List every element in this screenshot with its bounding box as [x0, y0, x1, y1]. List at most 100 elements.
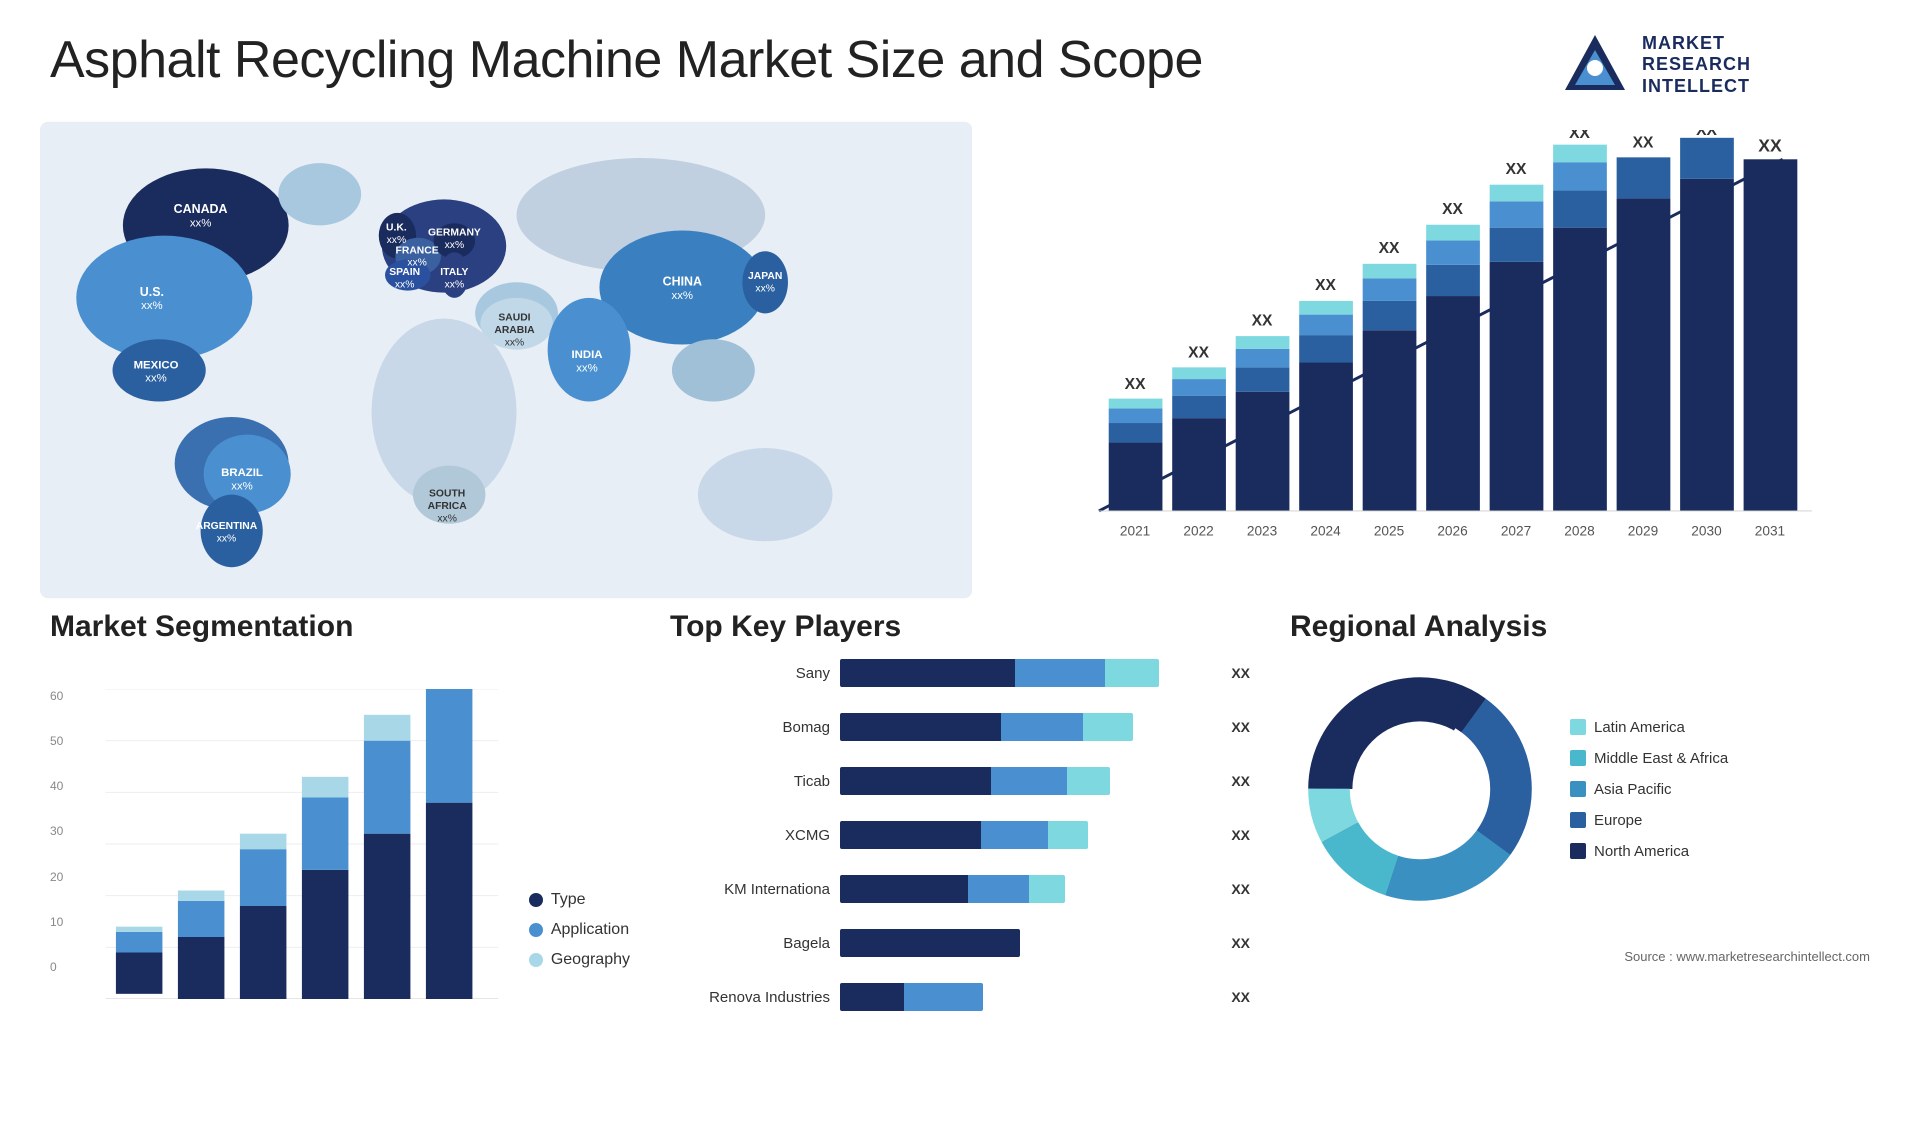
y-label-10: 10 — [50, 915, 63, 929]
player-bomag: Bomag XX — [670, 713, 1250, 741]
svg-text:2024: 2024 — [1311, 523, 1342, 538]
svg-text:2023: 2023 — [1247, 523, 1277, 538]
svg-text:XX: XX — [1633, 135, 1654, 152]
svg-text:xx%: xx% — [387, 235, 407, 246]
svg-text:xx%: xx% — [576, 362, 598, 374]
svg-text:XX: XX — [1442, 201, 1463, 218]
player-renova: Renova Industries XX — [670, 983, 1250, 1011]
seg-svg: 2021 2022 2023 — [70, 689, 534, 999]
legend-apac: Asia Pacific — [1570, 781, 1728, 798]
svg-text:ITALY: ITALY — [440, 267, 468, 278]
logo: MARKET RESEARCH INTELLECT — [1560, 30, 1870, 100]
legend-mea: Middle East & Africa — [1570, 750, 1728, 767]
player-bar-sany — [840, 659, 1215, 687]
player-name-bagela: Bagela — [670, 935, 830, 952]
y-label-20: 20 — [50, 870, 63, 884]
y-label-50: 50 — [50, 734, 63, 748]
players-list: Sany XX Bomag — [670, 659, 1250, 1023]
svg-text:ARGENTINA: ARGENTINA — [196, 521, 258, 532]
y-label-0: 0 — [50, 960, 63, 974]
player-xx-ticab: XX — [1231, 773, 1250, 789]
legend-europe: Europe — [1570, 812, 1728, 829]
svg-text:XX: XX — [1252, 312, 1273, 329]
y-label-40: 40 — [50, 779, 63, 793]
player-name-xcmg: XCMG — [670, 827, 830, 844]
svg-text:xx%: xx% — [445, 279, 465, 290]
player-xx-bagela: XX — [1231, 935, 1250, 951]
svg-text:XX: XX — [1189, 345, 1210, 362]
svg-text:2021: 2021 — [1120, 523, 1150, 538]
page-title: Asphalt Recycling Machine Market Size an… — [50, 30, 1203, 90]
svg-text:2022: 2022 — [1184, 523, 1214, 538]
donut-chart — [1290, 659, 1550, 919]
svg-text:xx%: xx% — [505, 337, 525, 348]
svg-text:XX: XX — [1759, 135, 1783, 155]
legend-application: Application — [529, 921, 630, 939]
svg-text:xx%: xx% — [437, 514, 457, 525]
player-xx-km: XX — [1231, 881, 1250, 897]
legend-geography: Geography — [529, 951, 630, 969]
player-xx-xcmg: XX — [1231, 827, 1250, 843]
svg-text:xx%: xx% — [755, 284, 775, 295]
svg-text:XX: XX — [1569, 130, 1590, 142]
player-bar-bomag — [840, 713, 1215, 741]
donut-svg — [1290, 659, 1550, 919]
legend-na-color — [1570, 843, 1586, 859]
svg-text:U.K.: U.K. — [386, 223, 407, 234]
svg-text:BRAZIL: BRAZIL — [221, 467, 263, 479]
svg-text:XX: XX — [1125, 376, 1146, 393]
svg-text:CHINA: CHINA — [663, 274, 702, 288]
player-name-km: KM Internationa — [670, 881, 830, 898]
player-xcmg: XCMG XX — [670, 821, 1250, 849]
svg-text:FRANCE: FRANCE — [396, 245, 439, 256]
player-xx-renova: XX — [1231, 989, 1250, 1005]
logo-icon — [1560, 30, 1630, 100]
svg-text:ARABIA: ARABIA — [494, 325, 535, 336]
bar-chart-wrapper: XX 2021 XX 2022 XX 2023 — [1012, 130, 1860, 550]
svg-text:U.S.: U.S. — [140, 285, 164, 299]
svg-text:SOUTH: SOUTH — [429, 489, 465, 500]
seg-legend: Type Application Geography — [529, 891, 630, 999]
svg-text:2028: 2028 — [1565, 523, 1595, 538]
regional-title: Regional Analysis — [1290, 610, 1870, 644]
bar-chart-section: XX 2021 XX 2022 XX 2023 — [992, 120, 1880, 600]
svg-text:xx%: xx% — [190, 217, 212, 229]
player-name-renova: Renova Industries — [670, 989, 830, 1006]
svg-text:XX: XX — [1316, 277, 1337, 294]
player-name-ticab: Ticab — [670, 773, 830, 790]
svg-text:JAPAN: JAPAN — [748, 271, 782, 282]
legend-latin-america: Latin America — [1570, 719, 1728, 736]
regional-chart: Latin America Middle East & Africa Asia … — [1290, 659, 1870, 919]
logo-text: MARKET RESEARCH INTELLECT — [1642, 33, 1751, 98]
svg-text:xx%: xx% — [445, 240, 465, 251]
svg-text:xx%: xx% — [141, 300, 163, 312]
svg-text:CANADA: CANADA — [174, 202, 228, 216]
svg-text:MEXICO: MEXICO — [134, 359, 179, 371]
source-text: Source : www.marketresearchintellect.com — [1290, 949, 1870, 964]
player-xx-bomag: XX — [1231, 719, 1250, 735]
legend-apac-color — [1570, 781, 1586, 797]
player-xx-sany: XX — [1231, 665, 1250, 681]
player-km: KM Internationa XX — [670, 875, 1250, 903]
legend-la-color — [1570, 719, 1586, 735]
svg-text:2027: 2027 — [1501, 523, 1531, 538]
svg-text:XX: XX — [1379, 240, 1400, 257]
bottom-row: Market Segmentation 60 50 40 30 20 10 0 — [0, 600, 1920, 1030]
svg-text:xx%: xx% — [672, 290, 694, 302]
svg-text:xx%: xx% — [231, 480, 253, 492]
svg-text:2031: 2031 — [1755, 523, 1785, 538]
svg-text:XX: XX — [1696, 130, 1717, 139]
donut-legend: Latin America Middle East & Africa Asia … — [1570, 719, 1728, 860]
svg-text:XX: XX — [1506, 161, 1527, 178]
svg-text:AFRICA: AFRICA — [428, 501, 468, 512]
svg-text:GERMANY: GERMANY — [428, 228, 481, 239]
legend-mea-color — [1570, 750, 1586, 766]
svg-text:xx%: xx% — [217, 533, 237, 544]
legend-type: Type — [529, 891, 630, 909]
player-bagela: Bagela XX — [670, 929, 1250, 957]
players-title: Top Key Players — [670, 610, 1250, 644]
seg-bars-area: 60 50 40 30 20 10 0 — [50, 689, 514, 999]
player-sany: Sany XX — [670, 659, 1250, 687]
world-map: CANADA xx% U.S. xx% MEXICO xx% BRAZIL xx… — [40, 120, 972, 600]
segmentation-title: Market Segmentation — [50, 610, 630, 644]
